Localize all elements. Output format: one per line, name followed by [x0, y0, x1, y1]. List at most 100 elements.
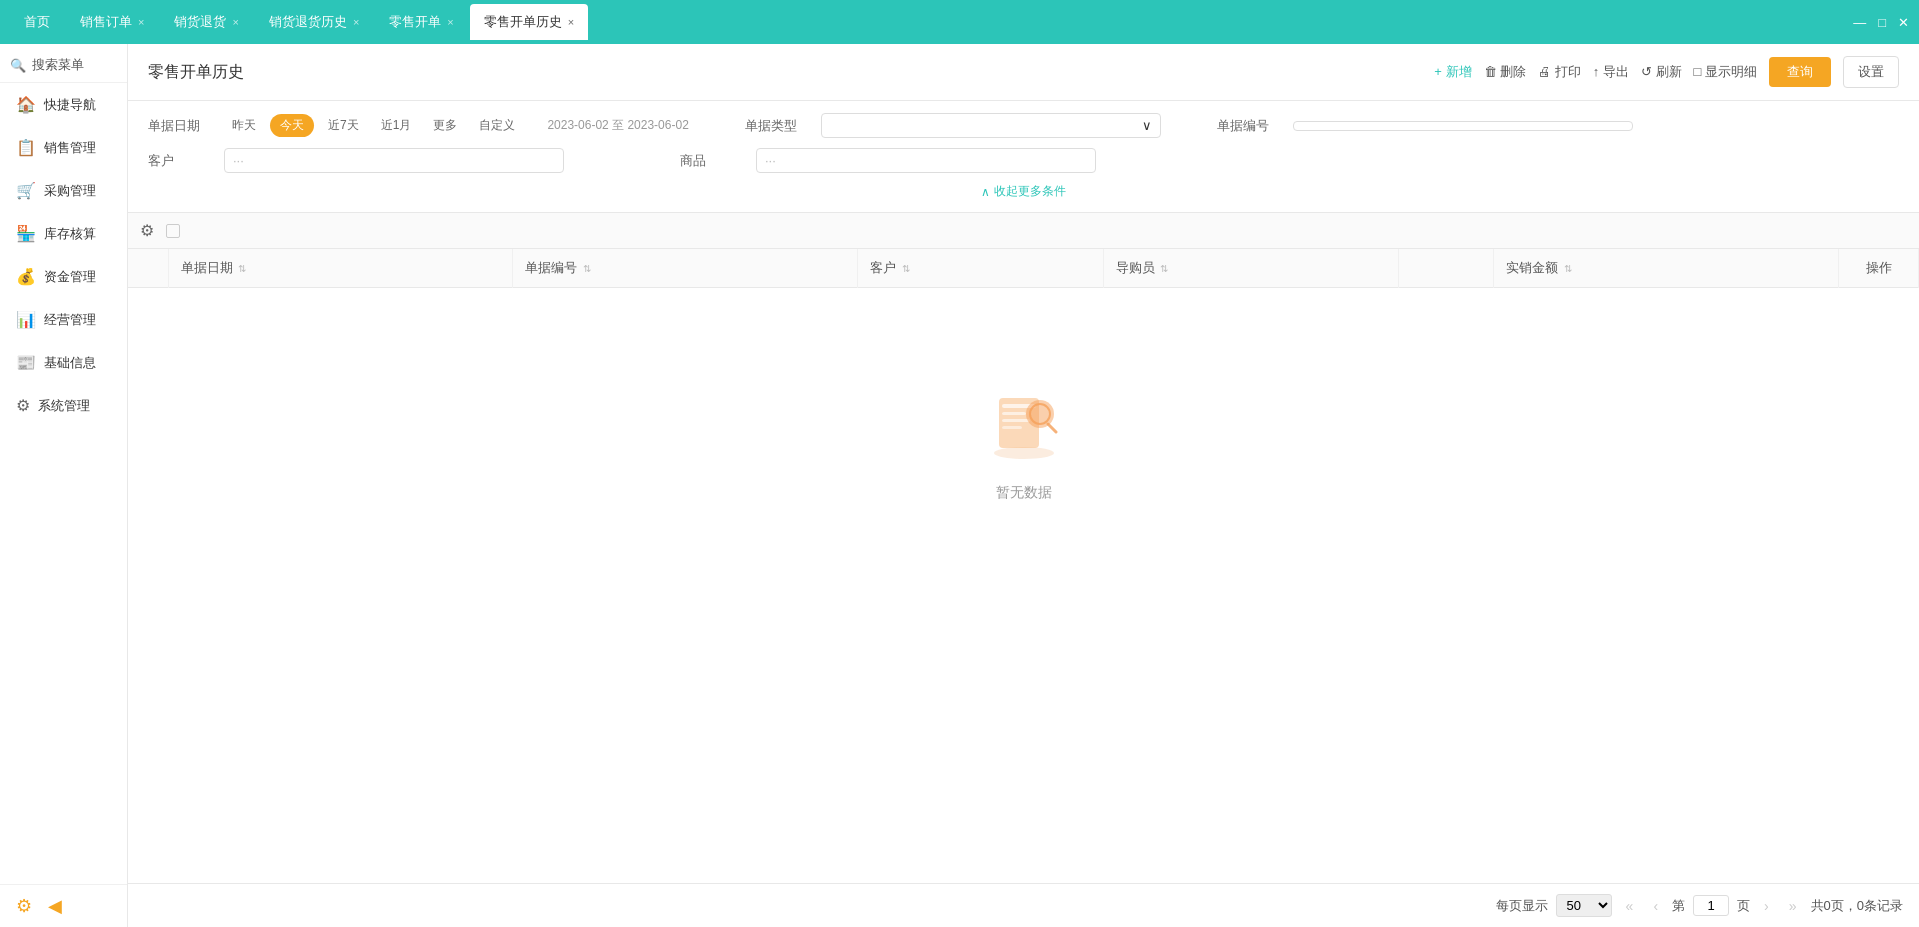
- goods-placeholder: ···: [765, 153, 776, 168]
- tab-label-sales-order: 销售订单: [80, 13, 132, 31]
- tab-retail-history[interactable]: 零售开单历史 ×: [470, 4, 588, 40]
- tab-close-sales-order[interactable]: ×: [138, 16, 144, 28]
- sidebar-item-system[interactable]: ⚙ 系统管理: [0, 384, 127, 427]
- th-no[interactable]: 单据编号 ⇅: [513, 249, 858, 288]
- page-title: 零售开单历史: [148, 62, 244, 83]
- customer-label: 客户: [148, 152, 208, 170]
- sort-date-icon: ⇅: [238, 263, 246, 274]
- sidebar-icon-basic-info: 📰: [16, 353, 36, 372]
- svg-point-0: [994, 447, 1054, 459]
- tab-label-home: 首页: [24, 13, 50, 31]
- sidebar-search[interactable]: 🔍 搜索菜单: [0, 44, 127, 83]
- print-button[interactable]: 🖨 打印: [1538, 63, 1581, 81]
- export-button[interactable]: ↑ 导出: [1593, 63, 1629, 81]
- pagination: 每页显示 50 20 100 200 « ‹ 第 页 › » 共0页，0条记录: [128, 883, 1919, 927]
- table-area: ⚙ 单据日期 ⇅ 单据编号 ⇅: [128, 213, 1919, 883]
- tab-label-retail-history: 零售开单历史: [484, 13, 562, 31]
- settings-icon[interactable]: ⚙: [16, 895, 32, 917]
- sort-customer-icon: ⇅: [902, 263, 910, 274]
- customer-input[interactable]: ···: [224, 148, 564, 173]
- sidebar-item-basic-info[interactable]: 📰基础信息: [0, 341, 127, 384]
- date-btn-more[interactable]: 更多: [425, 114, 465, 137]
- th-customer[interactable]: 客户 ⇅: [858, 249, 1104, 288]
- last-page-btn[interactable]: »: [1783, 896, 1803, 916]
- per-page-select[interactable]: 50 20 100 200: [1556, 894, 1612, 917]
- next-page-btn[interactable]: ›: [1758, 896, 1775, 916]
- th-spacer: [1399, 249, 1494, 288]
- page-label-suffix: 页: [1737, 897, 1750, 915]
- goods-label: 商品: [680, 152, 740, 170]
- search-icon: 🔍: [10, 58, 26, 73]
- goods-input[interactable]: ···: [756, 148, 1096, 173]
- sidebar-item-purchase-mgmt[interactable]: 🛒采购管理: [0, 169, 127, 212]
- query-button[interactable]: 查询: [1769, 57, 1831, 87]
- date-shortcuts: 昨天 今天 近7天 近1月 更多 自定义: [224, 114, 523, 137]
- th-salesperson[interactable]: 导购员 ⇅: [1103, 249, 1398, 288]
- sidebar: 🔍 搜索菜单 🏠快捷导航 📋 销售管理 🛒采购管理🏪库存核算 💰 资金管理 📊经营管理📰基础…: [0, 44, 128, 927]
- sidebar-item-finance[interactable]: 💰 资金管理: [0, 255, 127, 298]
- restore-btn[interactable]: □: [1878, 15, 1886, 30]
- sidebar-icon-system: ⚙: [16, 396, 30, 415]
- refresh-button[interactable]: ↺ 刷新: [1641, 63, 1682, 81]
- th-amount-label: 实销金额: [1506, 260, 1558, 275]
- content: 零售开单历史 + 新增 🗑 删除 🖨 打印 ↑ 导出 ↺ 刷新 □ 显示明细 查…: [128, 44, 1919, 927]
- page-label-prefix: 第: [1672, 897, 1685, 915]
- bill-type-label: 单据类型: [745, 117, 805, 135]
- bill-no-label: 单据编号: [1217, 117, 1277, 135]
- tab-sales-order[interactable]: 销售订单 ×: [66, 4, 158, 40]
- date-btn-1month[interactable]: 近1月: [373, 114, 420, 137]
- sidebar-icon-inventory: 🏪: [16, 224, 36, 243]
- sidebar-item-sales-mgmt[interactable]: 📋 销售管理: [0, 126, 127, 169]
- date-btn-custom[interactable]: 自定义: [471, 114, 523, 137]
- tab-retail-open[interactable]: 零售开单 ×: [375, 4, 467, 40]
- first-page-btn[interactable]: «: [1620, 896, 1640, 916]
- svg-line-8: [1048, 424, 1056, 432]
- collapse-up-icon: ∧: [981, 185, 990, 199]
- th-customer-label: 客户: [870, 260, 896, 275]
- select-all-checkbox[interactable]: [166, 224, 180, 238]
- date-btn-yesterday[interactable]: 昨天: [224, 114, 264, 137]
- page-header: 零售开单历史 + 新增 🗑 删除 🖨 打印 ↑ 导出 ↺ 刷新 □ 显示明细 查…: [128, 44, 1919, 101]
- svg-rect-4: [1002, 419, 1030, 422]
- bill-type-select[interactable]: ∨: [821, 113, 1161, 138]
- tab-home[interactable]: 首页: [10, 4, 64, 40]
- sidebar-icon-sales-mgmt: 📋: [16, 138, 36, 157]
- sidebar-label-system: 系统管理: [38, 397, 90, 415]
- tab-close-retail-history[interactable]: ×: [568, 16, 574, 28]
- add-button[interactable]: + 新增: [1434, 63, 1471, 81]
- settings-button[interactable]: 设置: [1843, 56, 1899, 88]
- tab-close-sales-return-history[interactable]: ×: [353, 16, 359, 28]
- th-date[interactable]: 单据日期 ⇅: [168, 249, 513, 288]
- tab-label-retail-open: 零售开单: [389, 13, 441, 31]
- filter-row-2: 客户 ··· 商品 ···: [148, 148, 1899, 173]
- th-amount[interactable]: 实销金额 ⇅: [1494, 249, 1839, 288]
- date-range-display: 2023-06-02 至 2023-06-02: [547, 117, 688, 134]
- bill-no-input[interactable]: [1293, 121, 1633, 131]
- tab-sales-return[interactable]: 销货退货×: [160, 4, 252, 40]
- close-btn[interactable]: ✕: [1898, 15, 1909, 30]
- table-header-row: 单据日期 ⇅ 单据编号 ⇅ 客户 ⇅ 导购员 ⇅: [128, 249, 1919, 288]
- collapse-icon[interactable]: ◀: [48, 895, 62, 917]
- sidebar-bottom: ⚙ ◀: [0, 884, 127, 927]
- date-btn-today[interactable]: 今天: [270, 114, 314, 137]
- show-detail-toggle[interactable]: □ 显示明细: [1694, 63, 1757, 81]
- current-page-input[interactable]: [1693, 895, 1729, 916]
- tab-close-retail-open[interactable]: ×: [447, 16, 453, 28]
- sidebar-label-sales-mgmt: 销售管理: [44, 139, 96, 157]
- tab-close-sales-return[interactable]: ×: [232, 16, 238, 28]
- table-settings-icon[interactable]: ⚙: [140, 221, 154, 240]
- collapse-button[interactable]: ∧ 收起更多条件: [981, 183, 1066, 200]
- th-ops-label: 操作: [1866, 260, 1892, 275]
- sidebar-label-quick-nav: 快捷导航: [44, 96, 96, 114]
- minimize-btn[interactable]: —: [1853, 15, 1866, 30]
- sidebar-item-operations[interactable]: 📊经营管理: [0, 298, 127, 341]
- prev-page-btn[interactable]: ‹: [1647, 896, 1664, 916]
- delete-button[interactable]: 🗑 删除: [1484, 63, 1527, 81]
- sidebar-label-finance: 资金管理: [44, 268, 96, 286]
- date-btn-7days[interactable]: 近7天: [320, 114, 367, 137]
- sidebar-icon-finance: 💰: [16, 267, 36, 286]
- th-no-label: 单据编号: [525, 260, 577, 275]
- sidebar-item-quick-nav[interactable]: 🏠快捷导航: [0, 83, 127, 126]
- tab-sales-return-history[interactable]: 销货退货历史×: [255, 4, 373, 40]
- sidebar-item-inventory[interactable]: 🏪库存核算: [0, 212, 127, 255]
